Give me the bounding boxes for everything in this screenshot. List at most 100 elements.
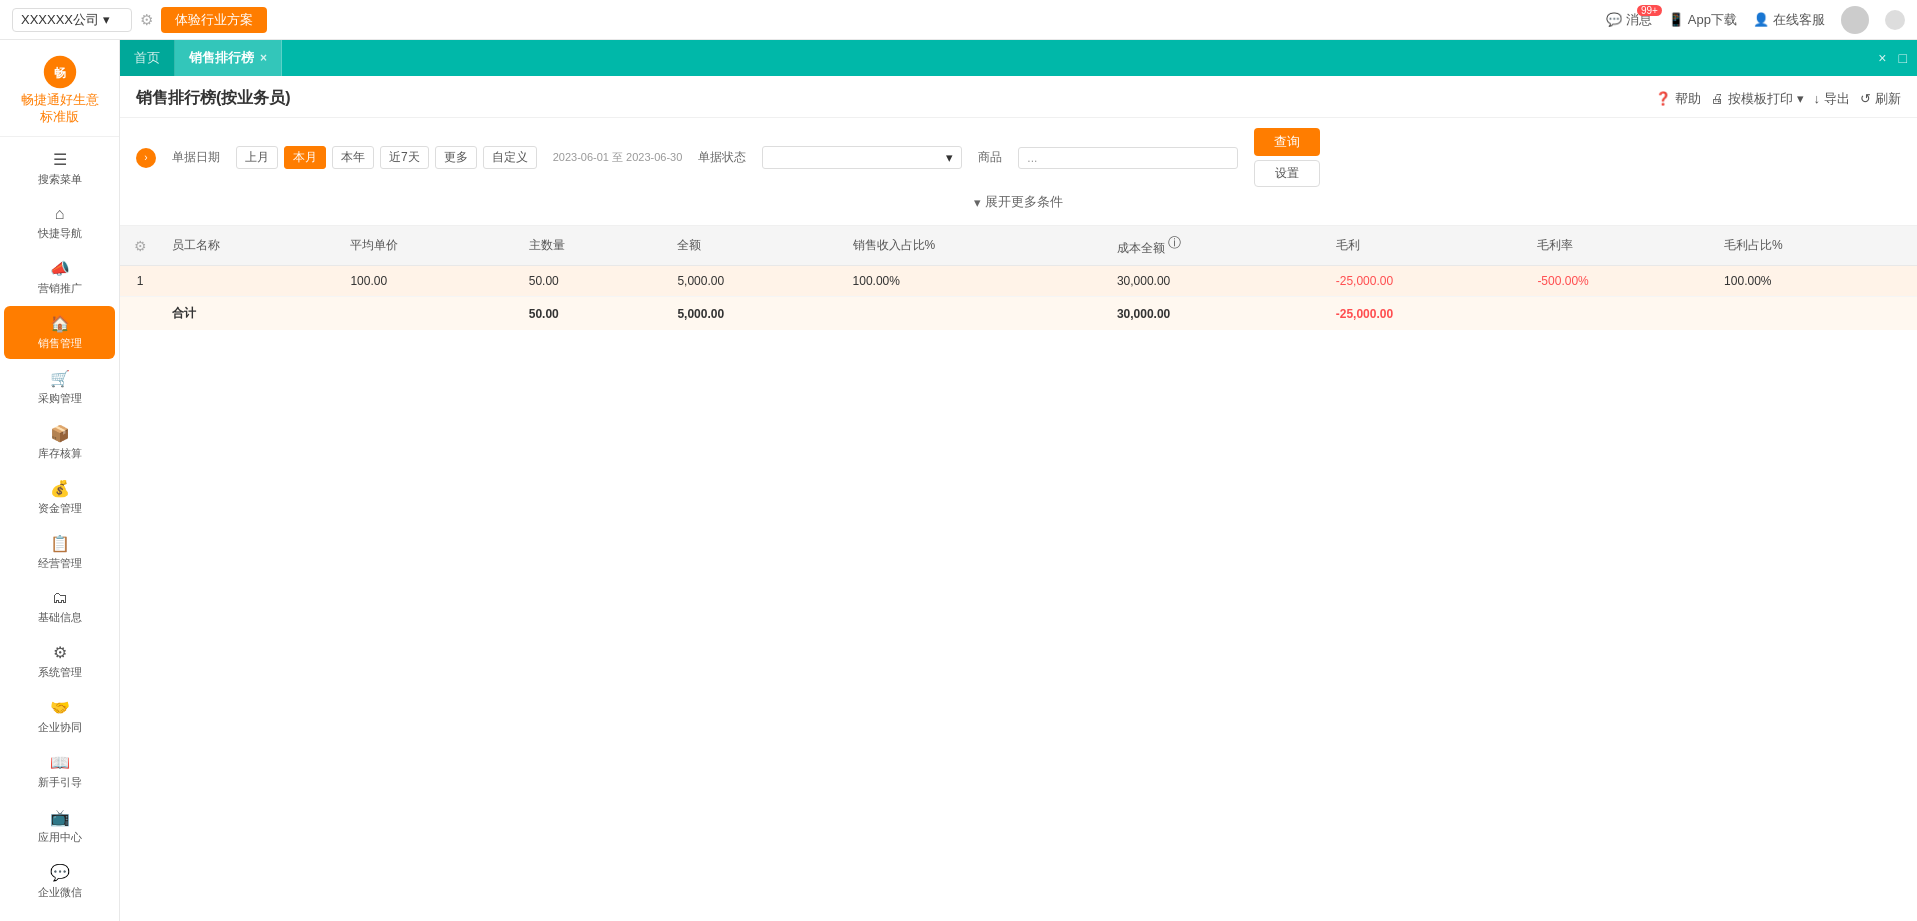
finance-icon: 💰 (50, 479, 70, 498)
print-button[interactable]: 🖨 按模板打印 ▾ (1711, 90, 1804, 108)
sidebar-item-system[interactable]: ⚙ 系统管理 (4, 635, 115, 688)
avatar[interactable] (1841, 6, 1869, 34)
avatar-secondary[interactable] (1885, 10, 1905, 30)
table-col-name: 员工名称 (160, 226, 338, 266)
sidebar-item-purchase[interactable]: 🛒 采购管理 (4, 361, 115, 414)
footer-gross: -25,000.00 (1324, 297, 1526, 331)
main-layout: 畅 畅捷通好生意 标准版 ☰ 搜索菜单 ⌂ 快捷导航 📣 营销推广 🏠 销售管理… (0, 40, 1917, 921)
table-col-gross-rate: 毛利率 (1525, 226, 1712, 266)
app-icon: 📱 (1668, 12, 1684, 27)
inventory-icon: 📦 (50, 424, 70, 443)
online-service-button[interactable]: 👤 在线客服 (1753, 11, 1825, 29)
chevron-down-expand-icon: ▾ (974, 195, 981, 210)
date-btn-current-month[interactable]: 本月 (284, 146, 326, 169)
tab-bar: 首页 销售排行榜 × × □ (120, 40, 1917, 76)
goods-placeholder: ... (1027, 151, 1037, 165)
table-col-gross: 毛利 (1324, 226, 1526, 266)
sidebar-item-collab[interactable]: 🤝 企业协同 (4, 690, 115, 743)
sidebar-item-operation[interactable]: 📋 经营管理 (4, 526, 115, 579)
search-menu-icon: ☰ (53, 150, 67, 169)
status-select[interactable]: ▾ (762, 146, 962, 169)
footer-avg-price (338, 297, 516, 331)
table-cell-name (160, 266, 338, 297)
sidebar-item-guide[interactable]: 📖 新手引导 (4, 745, 115, 798)
sidebar-item-member[interactable]: V 畅会员 (4, 910, 115, 921)
appstore-icon: 📺 (50, 808, 70, 827)
expand-more-btn[interactable]: ▾ 展开更多条件 (136, 187, 1901, 215)
date-label: 单据日期 (172, 149, 220, 166)
filter-row-1: › 单据日期 上月 本月 本年 近7天 更多 自定义 2023-06-01 至 … (136, 128, 1901, 187)
window-close-icon[interactable]: × (1878, 50, 1886, 66)
table-col-cost: 成本全额 ⓘ (1105, 226, 1324, 266)
home-icon: ⌂ (55, 205, 65, 223)
app-label: App下载 (1688, 11, 1737, 29)
refresh-button[interactable]: ↺ 刷新 (1860, 90, 1901, 108)
date-btn-7days[interactable]: 近7天 (380, 146, 429, 169)
trial-button[interactable]: 体验行业方案 (161, 7, 267, 33)
collapse-filter-icon[interactable]: › (136, 148, 156, 168)
date-btn-more[interactable]: 更多 (435, 146, 477, 169)
filter-area: › 单据日期 上月 本月 本年 近7天 更多 自定义 2023-06-01 至 … (120, 118, 1917, 226)
export-button[interactable]: ↓ 导出 (1814, 90, 1851, 108)
svg-text:畅: 畅 (54, 66, 66, 79)
tab-sales-ranking[interactable]: 销售排行榜 × (175, 40, 282, 76)
gear-icon: ⚙ (134, 238, 147, 254)
chevron-down-icon: ▾ (103, 12, 110, 27)
window-maximize-icon[interactable]: □ (1899, 50, 1907, 66)
table-cell-cost: 30,000.00 (1105, 266, 1324, 297)
sidebar-item-marketing[interactable]: 📣 营销推广 (4, 251, 115, 304)
sidebar-logo: 畅 畅捷通好生意 标准版 (0, 44, 119, 137)
sidebar: 畅 畅捷通好生意 标准版 ☰ 搜索菜单 ⌂ 快捷导航 📣 营销推广 🏠 销售管理… (0, 40, 120, 921)
date-filter: 上月 本月 本年 近7天 更多 自定义 (236, 146, 537, 169)
table-cell-sales-pct: 100.00% (841, 266, 1105, 297)
table-footer-row: 合计 50.00 5,000.00 30,000.00 -25,000.00 (120, 297, 1917, 331)
sidebar-item-inventory[interactable]: 📦 库存核算 (4, 416, 115, 469)
logo-text: 畅捷通好生意 标准版 (21, 92, 99, 126)
table-cell-gross-pct: 100.00% (1712, 266, 1917, 297)
sidebar-item-wechat[interactable]: 💬 企业微信 (4, 855, 115, 908)
app-download-button[interactable]: 📱 App下载 (1668, 11, 1737, 29)
date-btn-last-month[interactable]: 上月 (236, 146, 278, 169)
message-button[interactable]: 💬 消息 99+ (1606, 11, 1652, 29)
sidebar-item-sales[interactable]: 🏠 销售管理 (4, 306, 115, 359)
company-selector[interactable]: XXXXXX公司 ▾ (12, 8, 132, 32)
top-bar: XXXXXX公司 ▾ ⚙ 体验行业方案 💬 消息 99+ 📱 App下载 👤 在… (0, 0, 1917, 40)
message-icon: 💬 (1606, 12, 1622, 27)
sidebar-item-search[interactable]: ☰ 搜索菜单 (4, 142, 115, 195)
page-header-actions: ❓ 帮助 🖨 按模板打印 ▾ ↓ 导出 ↺ (1655, 90, 1902, 108)
settings-icon[interactable]: ⚙ (140, 11, 153, 29)
service-icon: 👤 (1753, 12, 1769, 27)
company-name: XXXXXX公司 (21, 11, 99, 29)
sidebar-item-basic[interactable]: 🗂 基础信息 (4, 581, 115, 633)
tab-close-icon[interactable]: × (260, 51, 267, 65)
sidebar-item-finance[interactable]: 💰 资金管理 (4, 471, 115, 524)
table-col-avg-price: 平均单价 (338, 226, 516, 266)
query-button[interactable]: 查询 (1254, 128, 1320, 156)
refresh-icon: ↺ (1860, 91, 1871, 106)
footer-total-label: 合计 (160, 297, 338, 331)
status-label: 单据状态 (698, 149, 746, 166)
table-cell-qty: 50.00 (517, 266, 666, 297)
guide-icon: 📖 (50, 753, 70, 772)
table-col-gross-pct: 毛利占比% (1712, 226, 1917, 266)
settings-button[interactable]: 设置 (1254, 160, 1320, 187)
footer-amount: 5,000.00 (665, 297, 840, 331)
tab-home-label: 首页 (134, 49, 160, 67)
filter-actions: 查询 设置 (1254, 128, 1320, 187)
tab-home[interactable]: 首页 (120, 40, 175, 76)
date-btn-current-year[interactable]: 本年 (332, 146, 374, 169)
table-cell-rank: 1 (120, 266, 160, 297)
export-icon: ↓ (1814, 91, 1821, 106)
sidebar-item-appstore[interactable]: 📺 应用中心 (4, 800, 115, 853)
date-btn-custom[interactable]: 自定义 (483, 146, 537, 169)
sidebar-item-shortcut[interactable]: ⌂ 快捷导航 (4, 197, 115, 249)
collab-icon: 🤝 (50, 698, 70, 717)
help-button[interactable]: ❓ 帮助 (1655, 90, 1701, 108)
page-title: 销售排行榜(按业务员) (136, 88, 291, 109)
data-table: ⚙ 员工名称 平均单价 主数量 全额 销售收入占比% 成本全额 ⓘ 毛利 毛利率… (120, 226, 1917, 330)
table-col-settings[interactable]: ⚙ (120, 226, 160, 266)
marketing-icon: 📣 (50, 259, 70, 278)
inner-page: 销售排行榜(按业务员) ❓ 帮助 🖨 按模板打印 ▾ ↓ (120, 76, 1917, 921)
footer-gross-rate (1525, 297, 1712, 331)
goods-input[interactable]: ... (1018, 147, 1238, 169)
